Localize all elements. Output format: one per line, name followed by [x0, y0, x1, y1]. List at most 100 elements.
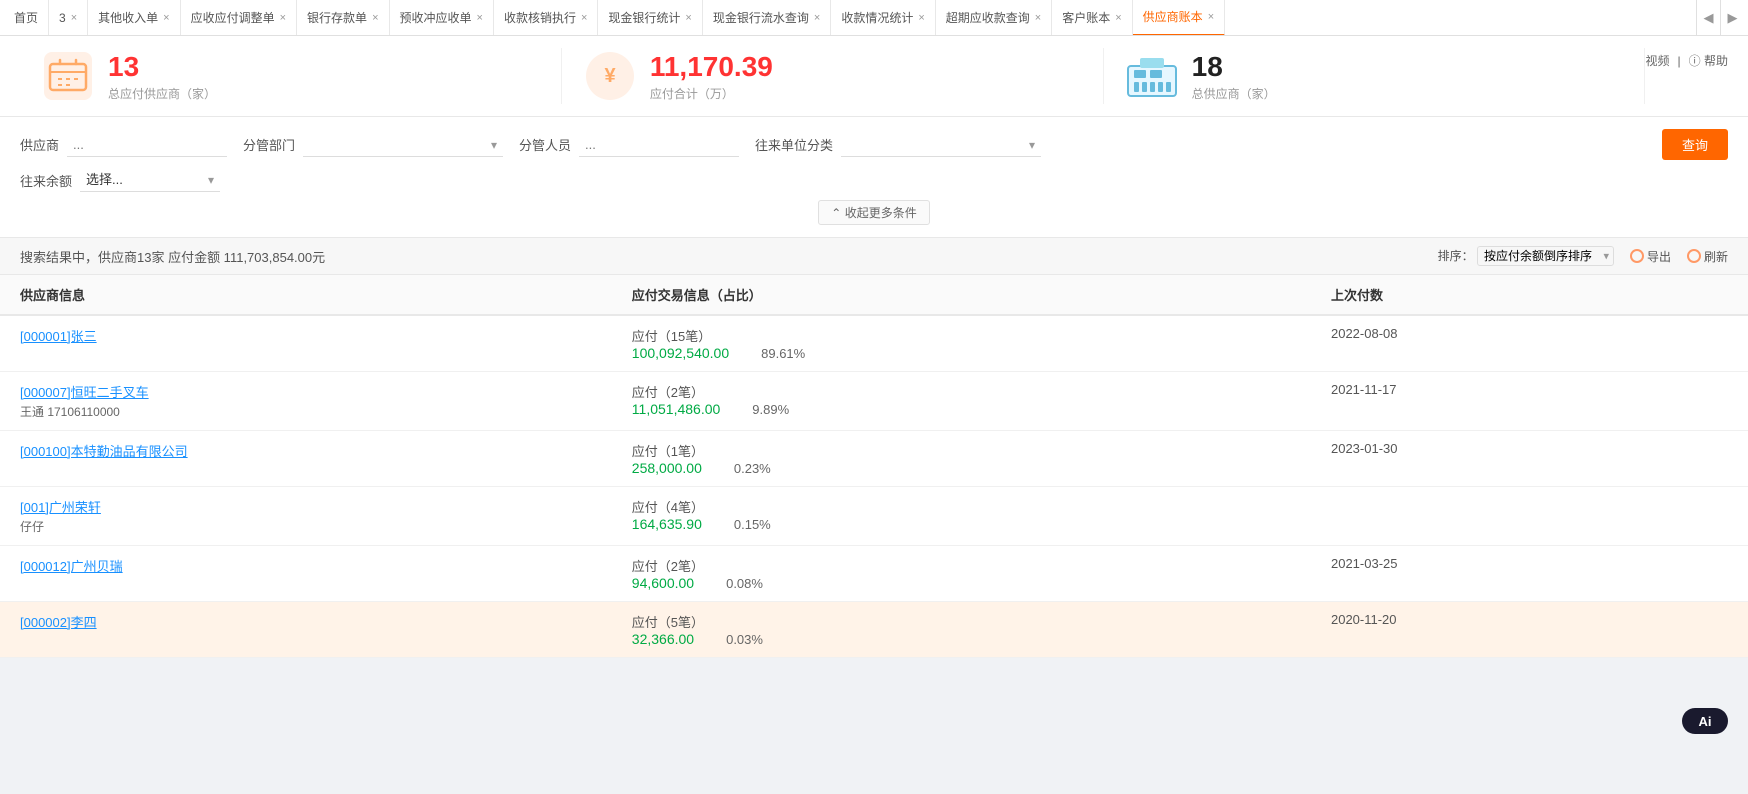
- table-row: [000100]本特勤油品有限公司 应付（1笔） 258,000.00 0.23%…: [0, 431, 1748, 487]
- balance-select[interactable]: 选择...: [80, 168, 220, 192]
- supplier-link[interactable]: [000012]广州贝瑞: [20, 559, 123, 574]
- supplier-input[interactable]: [67, 133, 227, 157]
- top-navigation: 首页 3 × 其他收入单 × 应收应付调整单 × 银行存款单 × 预收冲应收单 …: [0, 0, 1748, 36]
- nav-tab-collection-stats-close[interactable]: ×: [918, 12, 924, 24]
- pay-amount: 100,092,540.00: [632, 345, 729, 361]
- stat-payable-suppliers-number: 13: [108, 51, 216, 83]
- nav-tab-cash-bank-stats-close[interactable]: ×: [685, 12, 691, 24]
- ai-label: Ai: [1699, 714, 1712, 729]
- stat-payable-total-number: 11,170.39: [650, 51, 773, 83]
- nav-tab-collection-stats[interactable]: 收款情况统计 ×: [831, 0, 935, 36]
- pay-percent: 0.03%: [726, 632, 763, 647]
- supplier-link[interactable]: [000002]李四: [20, 615, 97, 630]
- nav-tab-cash-flow-close[interactable]: ×: [814, 12, 820, 24]
- help-link[interactable]: ⓘ 帮助: [1689, 52, 1728, 69]
- pay-percent: 0.15%: [734, 517, 771, 532]
- nav-tab-adjustment[interactable]: 应收应付调整单 ×: [181, 0, 297, 36]
- stat-total-suppliers-label: 总供应商（家）: [1192, 85, 1276, 102]
- sort-select[interactable]: 按应付余额倒序排序: [1477, 246, 1614, 266]
- refresh-icon: [1687, 249, 1701, 263]
- category-select[interactable]: [841, 133, 1041, 157]
- nav-tab-cash-bank-stats-label: 现金银行统计: [608, 9, 680, 26]
- nav-tab-prepay[interactable]: 预收冲应收单 ×: [390, 0, 494, 36]
- nav-tab-cash-flow[interactable]: 现金银行流水查询 ×: [703, 0, 831, 36]
- nav-tab-collection[interactable]: 收款核销执行 ×: [494, 0, 598, 36]
- pay-amount: 164,635.90: [632, 516, 702, 532]
- nav-tab-supplier-ledger[interactable]: 供应商账本 ×: [1133, 0, 1225, 36]
- nav-tab-customer-ledger-close[interactable]: ×: [1115, 12, 1121, 24]
- supplier-link[interactable]: [000001]张三: [20, 329, 97, 344]
- nav-tab-bank-deposit-close[interactable]: ×: [372, 12, 378, 24]
- filter-category: 往来单位分类: [755, 133, 1041, 157]
- stat-payable-total-content: 11,170.39 应付合计（万）: [650, 51, 773, 102]
- refresh-label: 刷新: [1704, 248, 1728, 265]
- nav-tab-prepay-close[interactable]: ×: [477, 12, 483, 24]
- export-button[interactable]: 导出: [1630, 248, 1671, 265]
- table-row: [000007]恒旺二手叉车王通 17106110000应付（2笔） 11,05…: [0, 372, 1748, 431]
- balance-select-wrap: 选择...: [80, 168, 220, 192]
- nav-arrow-right[interactable]: ▶: [1720, 0, 1744, 36]
- result-bar: 搜索结果中，供应商13家 应付金额 111,703,854.00元 排序： 按应…: [0, 238, 1748, 275]
- svg-text:¥: ¥: [604, 65, 616, 87]
- help-link-text: 帮助: [1704, 54, 1728, 68]
- nav-tab-bank-deposit[interactable]: 银行存款单 ×: [297, 0, 389, 36]
- pay-label: 应付（1笔）: [632, 441, 1291, 460]
- nav-tab-cash-bank-stats[interactable]: 现金银行统计 ×: [598, 0, 702, 36]
- dept-label: 分管部门: [243, 135, 295, 154]
- collapse-button[interactable]: ⌃ 收起更多条件: [818, 200, 929, 225]
- last-pay-date-cell: 2021-11-17: [1311, 372, 1748, 431]
- last-pay-date: 2023-01-30: [1331, 441, 1398, 456]
- ai-button[interactable]: Ai: [1682, 708, 1728, 734]
- transaction-info-cell: 应付（15笔） 100,092,540.00 89.61%: [612, 315, 1311, 372]
- stat-icon-3: [1124, 48, 1180, 104]
- last-pay-date: 2021-03-25: [1331, 556, 1398, 571]
- supplier-info-cell: [000001]张三: [0, 315, 612, 372]
- video-link[interactable]: 视频: [1646, 52, 1670, 69]
- col-header-lastpay: 上次付数: [1311, 275, 1748, 315]
- table-header: 供应商信息 应付交易信息（占比） 上次付数: [0, 275, 1748, 315]
- dept-select[interactable]: [303, 133, 503, 157]
- supplier-info-cell: [000012]广州贝瑞: [0, 546, 612, 602]
- nav-tab-adjustment-close[interactable]: ×: [280, 12, 286, 24]
- filter-person: 分管人员: [519, 133, 739, 157]
- nav-tab-bank-deposit-label: 银行存款单: [307, 9, 367, 26]
- nav-tab-overdue[interactable]: 超期应收款查询 ×: [936, 0, 1052, 36]
- nav-tab-collection-stats-label: 收款情况统计: [841, 9, 913, 26]
- nav-tab-customer-ledger[interactable]: 客户账本 ×: [1052, 0, 1132, 36]
- nav-tab-home[interactable]: 首页: [4, 0, 49, 36]
- nav-tab-3-close[interactable]: ×: [71, 12, 77, 24]
- person-label: 分管人员: [519, 135, 571, 154]
- nav-tab-collection-close[interactable]: ×: [581, 12, 587, 24]
- collapse-bar: ⌃ 收起更多条件: [20, 200, 1728, 225]
- supplier-link[interactable]: [001]广州荣轩: [20, 500, 101, 515]
- pay-percent: 0.08%: [726, 576, 763, 591]
- stat-icon-1: [40, 48, 96, 104]
- supplier-table: 供应商信息 应付交易信息（占比） 上次付数 [000001]张三 应付（15笔） …: [0, 275, 1748, 658]
- table-row: [000001]张三应付（15笔） 100,092,540.00 89.61% …: [0, 315, 1748, 372]
- nav-tab-overdue-close[interactable]: ×: [1035, 12, 1041, 24]
- nav-tab-other-income[interactable]: 其他收入单 ×: [88, 0, 180, 36]
- nav-arrow-left[interactable]: ◀: [1696, 0, 1720, 36]
- nav-tab-cash-flow-label: 现金银行流水查询: [713, 9, 809, 26]
- dept-select-wrap: [303, 133, 503, 157]
- search-button[interactable]: 查询: [1662, 129, 1728, 160]
- stats-bar: 13 总应付供应商（家） ¥ 11,170.39 应付合计（万）: [0, 36, 1748, 117]
- person-input[interactable]: [579, 133, 739, 157]
- supplier-link[interactable]: [000007]恒旺二手叉车: [20, 385, 149, 400]
- supplier-sub-info: 王通 17106110000: [20, 403, 592, 420]
- filter-dept: 分管部门: [243, 133, 503, 157]
- nav-tab-other-income-close[interactable]: ×: [163, 12, 169, 24]
- pay-amount: 32,366.00: [632, 631, 694, 647]
- filter-supplier: 供应商: [20, 133, 227, 157]
- stat-total-suppliers-content: 18 总供应商（家）: [1192, 51, 1276, 102]
- pay-amount: 258,000.00: [632, 460, 702, 476]
- sort-label-text: 排序：: [1438, 249, 1474, 263]
- last-pay-date-cell: 2020-11-20: [1311, 602, 1748, 658]
- refresh-button[interactable]: 刷新: [1687, 248, 1728, 265]
- sort-select-wrap: 按应付余额倒序排序: [1477, 246, 1614, 266]
- nav-tab-supplier-ledger-close[interactable]: ×: [1208, 11, 1214, 23]
- pay-percent: 0.23%: [734, 461, 771, 476]
- pay-label: 应付（15笔）: [632, 326, 1291, 345]
- supplier-link[interactable]: [000100]本特勤油品有限公司: [20, 444, 188, 459]
- nav-tab-3[interactable]: 3 ×: [49, 0, 88, 36]
